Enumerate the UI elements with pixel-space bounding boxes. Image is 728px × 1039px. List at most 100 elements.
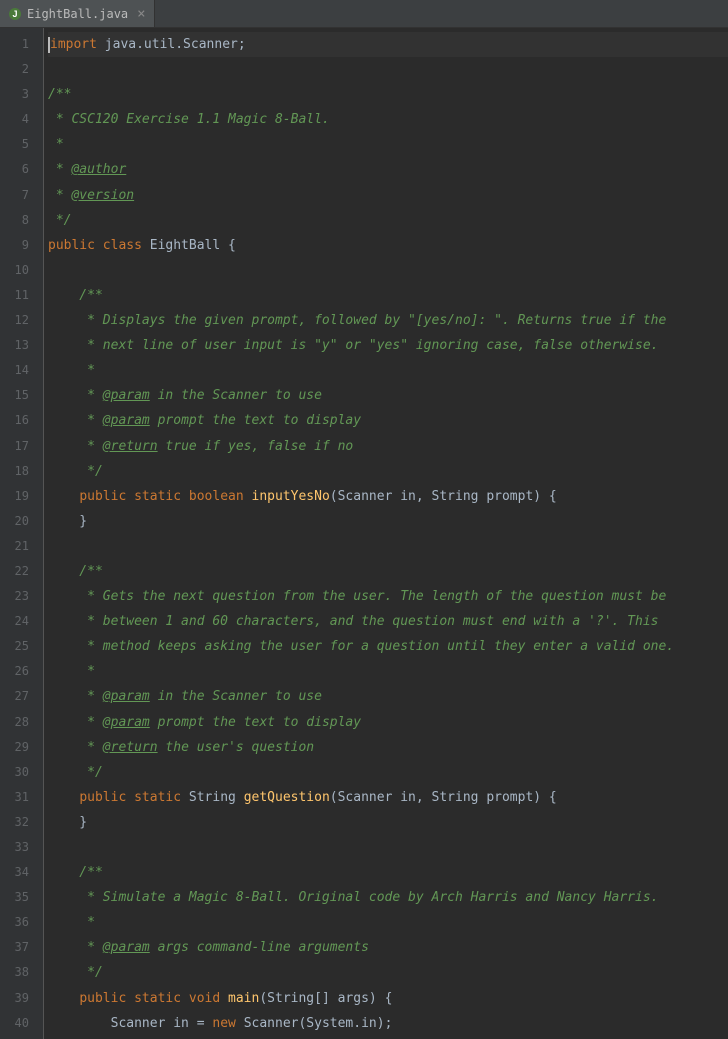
code-line[interactable]: public static String getQuestion(Scanner… [48,785,728,810]
token: EightBall { [150,238,236,253]
token: main [228,991,259,1006]
token: */ [48,213,71,228]
line-number: 2 [0,57,43,82]
code-line[interactable] [48,57,728,82]
code-line[interactable]: /** [48,82,728,107]
line-number: 20 [0,509,43,534]
code-line[interactable]: /** [48,860,728,885]
code-line[interactable]: /** [48,283,728,308]
token: * [48,388,103,403]
file-tab[interactable]: J EightBall.java × [0,0,155,27]
code-line[interactable]: } [48,810,728,835]
code-line[interactable]: * between 1 and 60 characters, and the q… [48,609,728,634]
line-number: 36 [0,910,43,935]
code-line[interactable]: /** [48,559,728,584]
code-line[interactable]: * [48,910,728,935]
code-line[interactable]: * Simulate a Magic 8-Ball. Original code… [48,885,728,910]
token: public static [79,790,189,805]
code-line[interactable] [48,258,728,283]
token: @return [103,740,158,755]
token: (String[] args) { [259,991,392,1006]
code-line[interactable]: Scanner in = new Scanner(System.in); [48,1011,728,1036]
token: @return [103,439,158,454]
tab-filename: EightBall.java [27,7,128,21]
line-number: 39 [0,986,43,1011]
token: */ [48,965,103,980]
line-number: 24 [0,609,43,634]
code-line[interactable]: */ [48,459,728,484]
line-number-gutter[interactable]: 1234567891011121314151617181920212223242… [0,28,44,1039]
code-area[interactable]: import java.util.Scanner; /** * CSC120 Ex… [44,28,728,1039]
token: the user's question [158,740,315,755]
line-number: 38 [0,960,43,985]
code-line[interactable]: * method keeps asking the user for a que… [48,634,728,659]
code-line[interactable]: public class EightBall { [48,233,728,258]
code-line[interactable]: * @param prompt the text to display [48,710,728,735]
code-line[interactable]: * @version [48,183,728,208]
line-number: 35 [0,885,43,910]
code-line[interactable]: * @param prompt the text to display [48,408,728,433]
token: * Gets the next question from the user. … [48,589,666,604]
token: /** [48,865,103,880]
line-number: 37 [0,935,43,960]
line-number: 5 [0,132,43,157]
code-line[interactable]: * @param in the Scanner to use [48,684,728,709]
token: } [48,815,87,830]
token: Scanner(System.in); [244,1016,393,1031]
code-line[interactable]: */ [48,760,728,785]
token: * Simulate a Magic 8-Ball. Original code… [48,890,658,905]
line-number: 1 [0,32,43,57]
token: */ [48,464,103,479]
code-line[interactable]: */ [48,208,728,233]
code-line[interactable]: * [48,659,728,684]
line-number: 26 [0,659,43,684]
token: } [48,514,87,529]
svg-text:J: J [12,9,17,19]
code-line[interactable]: public static void main(String[] args) { [48,986,728,1011]
token: * between 1 and 60 characters, and the q… [48,614,658,629]
token: prompt the text to display [150,413,361,428]
token: @version [71,188,134,203]
code-line[interactable] [48,835,728,860]
token: import [50,37,97,52]
code-line[interactable]: * @author [48,157,728,182]
code-line[interactable]: * @param in the Scanner to use [48,383,728,408]
line-number: 27 [0,684,43,709]
code-line[interactable]: * @return true if yes, false if no [48,434,728,459]
token: inputYesNo [252,489,330,504]
code-line[interactable]: * next line of user input is "y" or "yes… [48,333,728,358]
token: @param [103,715,150,730]
code-line[interactable]: } [48,509,728,534]
token: args command-line arguments [150,940,369,955]
java-class-icon: J [8,7,22,21]
token [48,991,79,1006]
code-line[interactable]: * Displays the given prompt, followed by… [48,308,728,333]
token: @param [103,413,150,428]
token: @author [71,162,126,177]
code-line[interactable]: * [48,358,728,383]
token: true if yes, false if no [158,439,354,454]
line-number: 19 [0,484,43,509]
token: @param [103,689,150,704]
code-line[interactable] [48,534,728,559]
token: String [189,790,244,805]
token: * next line of user input is "y" or "yes… [48,338,658,353]
code-line[interactable]: import java.util.Scanner; [48,32,728,57]
code-line[interactable]: */ [48,960,728,985]
token: * [48,740,103,755]
close-icon[interactable]: × [137,6,145,22]
code-line[interactable]: * CSC120 Exercise 1.1 Magic 8-Ball. [48,107,728,132]
code-line[interactable]: * @param args command-line arguments [48,935,728,960]
code-line[interactable]: * Gets the next question from the user. … [48,584,728,609]
token [48,489,79,504]
code-line[interactable]: public static boolean inputYesNo(Scanner… [48,484,728,509]
token: public class [48,238,150,253]
code-line[interactable]: * @return the user's question [48,735,728,760]
token [48,790,79,805]
code-line[interactable]: * [48,132,728,157]
token: (Scanner in, String prompt) { [330,489,557,504]
token: public static boolean [79,489,251,504]
token: * [48,940,103,955]
token: * CSC120 Exercise 1.1 Magic 8-Ball. [48,112,330,127]
token: in the Scanner to use [150,388,322,403]
